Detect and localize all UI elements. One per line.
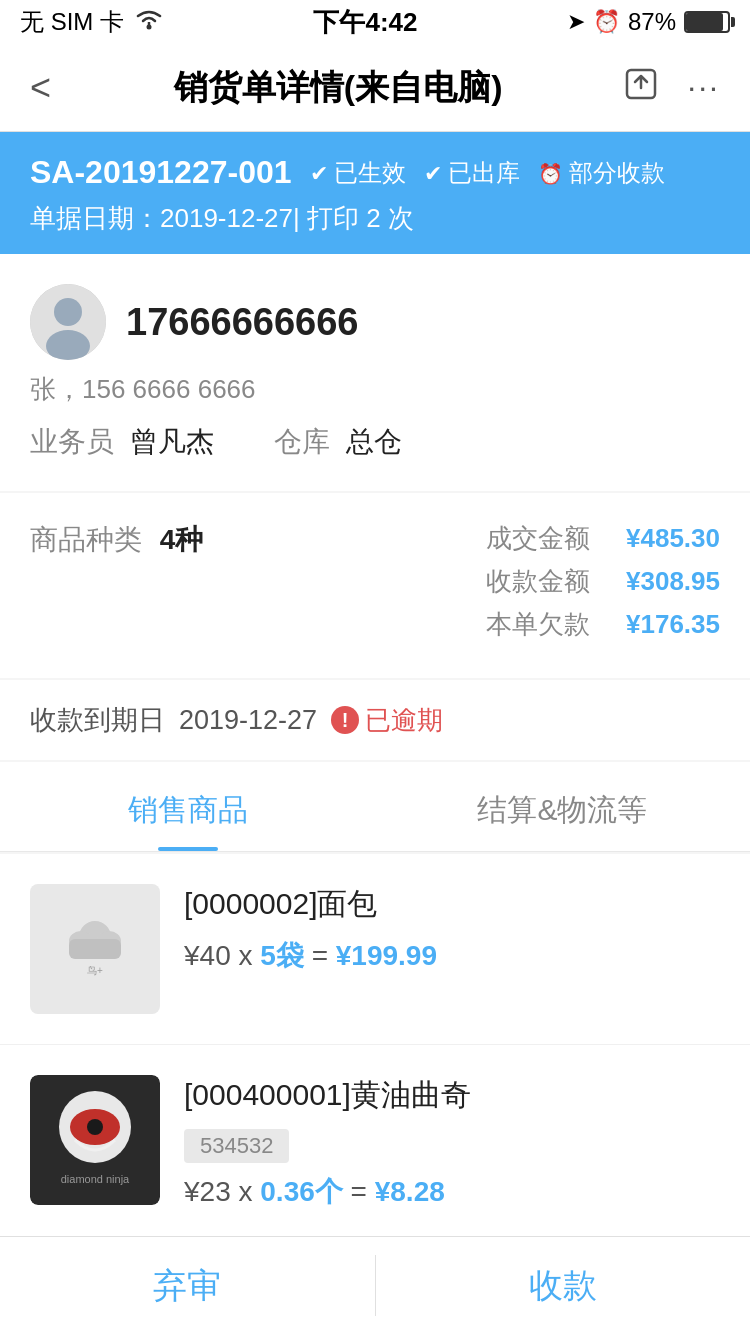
product-image-1: 鸟+ bbox=[30, 884, 160, 1014]
sales-field: 业务员 曾凡杰 bbox=[30, 423, 214, 461]
product-item: 鸟+ [0000002]面包 ¥40 x 5袋 = ¥199.99 bbox=[0, 854, 750, 1045]
product-name-2: [000400001]黄油曲奇 bbox=[184, 1075, 720, 1116]
overdue-text: 已逾期 bbox=[365, 703, 443, 738]
badge-partial: 部分收款 bbox=[538, 157, 665, 189]
svg-text:diamond ninja: diamond ninja bbox=[61, 1173, 130, 1185]
status-carrier: 无 SIM 卡 bbox=[20, 6, 164, 38]
customer-meta: 业务员 曾凡杰 仓库 总仓 bbox=[30, 423, 720, 461]
product-image-2: diamond ninja bbox=[30, 1075, 160, 1205]
nav-bar: < 销货单详情(来自电脑) ··· bbox=[0, 44, 750, 132]
status-bar: 无 SIM 卡 下午4:42 ➤ ⏰ 87% bbox=[0, 0, 750, 44]
cancel-button[interactable]: 弃审 bbox=[0, 1237, 375, 1334]
wifi-icon bbox=[134, 8, 164, 36]
badge-effective: 已生效 bbox=[310, 157, 406, 189]
debt-row: 本单欠款 ¥176.35 bbox=[486, 607, 720, 642]
product-list: 鸟+ [0000002]面包 ¥40 x 5袋 = ¥199.99 bbox=[0, 854, 750, 1242]
overdue-icon: ! bbox=[331, 706, 359, 734]
nav-actions: ··· bbox=[625, 68, 720, 108]
alarm-icon: ⏰ bbox=[593, 9, 620, 35]
product-name-1: [0000002]面包 bbox=[184, 884, 720, 925]
bottom-bar: 弃审 收款 bbox=[0, 1236, 750, 1334]
order-header: SA-20191227-001 已生效 已出库 部分收款 单据日期：2019-1… bbox=[0, 132, 750, 254]
amount-row: 成交金额 ¥485.30 bbox=[486, 521, 720, 556]
customer-section: 17666666666 张，156 6666 6666 业务员 曾凡杰 仓库 总… bbox=[0, 254, 750, 491]
avatar bbox=[30, 284, 106, 360]
tabs-row: 销售商品 结算&物流等 bbox=[0, 762, 750, 852]
due-label: 收款到期日 bbox=[30, 702, 165, 738]
status-time: 下午4:42 bbox=[313, 5, 417, 40]
clock-icon bbox=[538, 159, 563, 187]
order-number: SA-20191227-001 bbox=[30, 154, 292, 191]
back-button[interactable]: < bbox=[30, 67, 51, 109]
product-info-1: [0000002]面包 ¥40 x 5袋 = ¥199.99 bbox=[184, 884, 720, 975]
financial-stats: 成交金额 ¥485.30 收款金额 ¥308.95 本单欠款 ¥176.35 bbox=[486, 521, 720, 650]
svg-rect-8 bbox=[69, 939, 121, 959]
product-type: 商品种类 4种 bbox=[30, 521, 203, 559]
tab-sales-products[interactable]: 销售商品 bbox=[0, 762, 375, 851]
carrier-text: 无 SIM 卡 bbox=[20, 6, 124, 38]
more-icon[interactable]: ··· bbox=[687, 69, 720, 106]
check-icon-2 bbox=[424, 159, 442, 187]
warehouse-field: 仓库 总仓 bbox=[274, 423, 402, 461]
svg-point-13 bbox=[87, 1119, 103, 1135]
due-date: 2019-12-27 bbox=[179, 705, 317, 736]
customer-contact: 张，156 6666 6666 bbox=[30, 372, 720, 407]
page-title: 销货单详情(来自电脑) bbox=[174, 65, 503, 111]
svg-point-0 bbox=[147, 25, 152, 30]
svg-point-3 bbox=[54, 298, 82, 326]
received-row: 收款金额 ¥308.95 bbox=[486, 564, 720, 599]
tabs-section: 销售商品 结算&物流等 bbox=[0, 762, 750, 852]
product-item-2: diamond ninja [000400001]黄油曲奇 534532 ¥23… bbox=[0, 1045, 750, 1242]
tab-settlement[interactable]: 结算&物流等 bbox=[375, 762, 750, 851]
product-info-2: [000400001]黄油曲奇 534532 ¥23 x 0.36个 = ¥8.… bbox=[184, 1075, 720, 1211]
badge-shipped: 已出库 bbox=[424, 157, 520, 189]
product-price-2: ¥23 x 0.36个 = ¥8.28 bbox=[184, 1173, 720, 1211]
customer-id: 17666666666 bbox=[126, 301, 358, 344]
overdue-badge: ! 已逾期 bbox=[331, 703, 443, 738]
battery-text: 87% bbox=[628, 8, 676, 36]
product-price-1: ¥40 x 5袋 = ¥199.99 bbox=[184, 937, 720, 975]
svg-text:鸟+: 鸟+ bbox=[87, 965, 103, 976]
product-tag-2: 534532 bbox=[184, 1129, 289, 1163]
share-icon[interactable] bbox=[625, 68, 657, 108]
confirm-button[interactable]: 收款 bbox=[376, 1237, 751, 1334]
due-date-section: 收款到期日 2019-12-27 ! 已逾期 bbox=[0, 680, 750, 760]
status-icons: ➤ ⏰ 87% bbox=[567, 8, 730, 36]
stats-section: 商品种类 4种 成交金额 ¥485.30 收款金额 ¥308.95 本单欠款 ¥… bbox=[0, 493, 750, 678]
location-icon: ➤ bbox=[567, 9, 585, 35]
battery-icon bbox=[684, 11, 730, 33]
check-icon-1 bbox=[310, 159, 328, 187]
order-date: 单据日期：2019-12-27| 打印 2 次 bbox=[30, 201, 720, 236]
